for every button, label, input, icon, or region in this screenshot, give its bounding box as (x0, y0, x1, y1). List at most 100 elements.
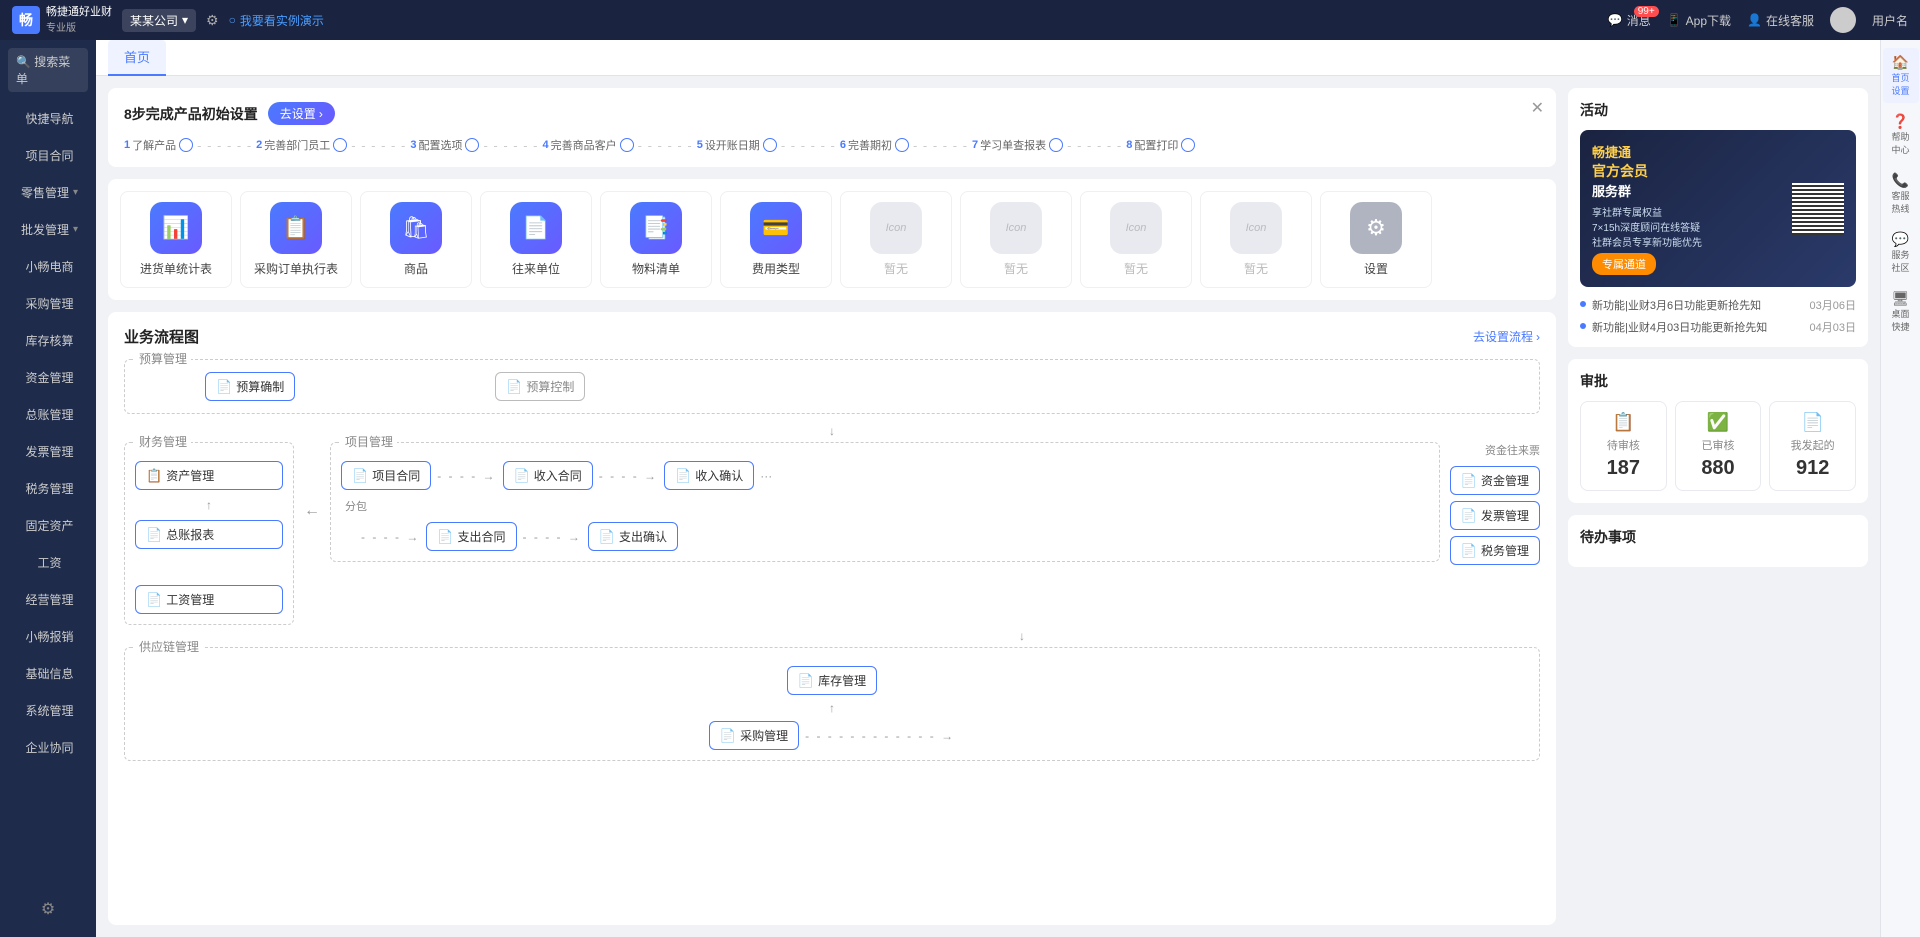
setup-go-button[interactable]: 去设置 › (268, 102, 335, 125)
sidebar-item-inventory[interactable]: 库存核算 (0, 322, 96, 359)
right-sidebar-desktop[interactable]: 🖥 桌面快捷 (1883, 284, 1919, 339)
sidebar-item-fixed-assets[interactable]: 固定资产 (0, 507, 96, 544)
hotline-icon: 📞 (1887, 172, 1915, 189)
right-sidebar-hotline[interactable]: 📞 客服热线 (1883, 166, 1919, 221)
message-button[interactable]: 💬 消息 99+ (1608, 12, 1651, 29)
sidebar-item-wholesale[interactable]: 批发管理 ▾ (0, 211, 96, 248)
search-menu-area[interactable]: 🔍 搜索菜单 (0, 40, 96, 100)
quick-app-settings[interactable]: ⚙ 设置 (1320, 191, 1432, 288)
sidebar-item-invoice[interactable]: 发票管理 (0, 433, 96, 470)
activity-join-button[interactable]: 专属通道 (1592, 253, 1656, 275)
flow-node-project-contract[interactable]: 📄 项目合同 (341, 461, 431, 490)
demo-link[interactable]: ○我要看实例演示 (229, 12, 324, 29)
online-service-button[interactable]: 👤 在线客服 (1747, 12, 1814, 29)
sidebar-item-enterprise[interactable]: 企业协同 (0, 729, 96, 766)
sidebar-item-project-contract[interactable]: 项目合同 (0, 137, 96, 174)
flow-node-capital-mgmt[interactable]: 📄 资金管理 (1450, 466, 1540, 495)
company-selector[interactable]: 某某公司 ▾ (122, 9, 196, 32)
setup-step-8[interactable]: 8 配置打印 (1126, 137, 1195, 153)
quick-app-purchase-orders[interactable]: 📋 采购订单执行表 (240, 191, 352, 288)
arrow-left-1: ← (304, 502, 320, 520)
sidebar-item-ecommerce[interactable]: 小畅电商 (0, 248, 96, 285)
quick-app-placeholder1[interactable]: Icon 暂无 (840, 191, 952, 288)
arrow-up-1: ↑ (829, 701, 835, 715)
sidebar-item-purchase[interactable]: 采购管理 (0, 285, 96, 322)
search-menu-button[interactable]: 🔍 搜索菜单 (8, 48, 88, 92)
setup-step-4[interactable]: 4 完善商品客户 (543, 137, 634, 153)
quick-app-placeholder3[interactable]: Icon 暂无 (1080, 191, 1192, 288)
quick-app-inventory-stats[interactable]: 📊 进货单统计表 (120, 191, 232, 288)
step-2-circle (333, 138, 347, 152)
sidebar-gear-icon[interactable]: ⚙ (0, 891, 96, 927)
approval-title: 审批 (1580, 371, 1856, 391)
sidebar-item-payroll[interactable]: 工资 (0, 544, 96, 581)
setup-step-3[interactable]: 3 配置选项 (410, 137, 479, 153)
app-edition: 专业版 (46, 19, 112, 34)
quick-app-placeholder2[interactable]: Icon 暂无 (960, 191, 1072, 288)
username[interactable]: 用户名 (1872, 12, 1908, 29)
sidebar-item-ops[interactable]: 经营管理 (0, 581, 96, 618)
setup-close-button[interactable]: ✕ (1531, 98, 1544, 118)
right-sidebar: 🏠 首页设置 ❓ 帮助中心 📞 客服热线 💬 服务社区 🖥 桌面快捷 (1880, 40, 1920, 937)
sidebar-item-tax[interactable]: 税务管理 (0, 470, 96, 507)
dash-arrow-5: - - - - - - - - - - - - → (805, 729, 955, 743)
step-6-circle (895, 138, 909, 152)
sidebar-item-sys-mgmt[interactable]: 系统管理 (0, 692, 96, 729)
setup-step-1[interactable]: 1 了解产品 (124, 137, 193, 153)
step-1-circle (179, 138, 193, 152)
activity-item-1[interactable]: 新功能|业财3月6日功能更新抢先知 03月06日 (1580, 297, 1856, 313)
right-sidebar-home[interactable]: 🏠 首页设置 (1883, 48, 1919, 103)
flow-node-asset-mgmt[interactable]: 📋 资产管理 (135, 461, 283, 490)
flow-node-income-confirm[interactable]: 📄 收入确认 (664, 461, 754, 490)
flow-node-inventory[interactable]: 📄 库存管理 (787, 666, 877, 695)
dash-arrow-3: - - - - → (361, 530, 420, 544)
activity-dot-1 (1580, 301, 1586, 307)
approval-item-initiated[interactable]: 📄 我发起的 912 (1769, 401, 1856, 491)
setup-step-6[interactable]: 6 完善期初 (840, 137, 909, 153)
settings-icon[interactable]: ⚙ (206, 12, 219, 29)
sidebar-item-quick-nav[interactable]: 快捷导航 (0, 100, 96, 137)
approval-item-pending[interactable]: 📋 待审核 187 (1580, 401, 1667, 491)
flow-diagram: 预算管理 📄 预算确制 📄 预算控制 (124, 359, 1540, 761)
app-icon-placeholder1: Icon (870, 202, 922, 254)
sidebar: 🔍 搜索菜单 快捷导航 项目合同 零售管理 ▾ 批发管理 ▾ 小畅电商 采购管理 (0, 40, 96, 937)
quick-app-partners[interactable]: 📄 往来单位 (480, 191, 592, 288)
right-sidebar-community[interactable]: 💬 服务社区 (1883, 225, 1919, 280)
quick-app-placeholder4[interactable]: Icon 暂无 (1200, 191, 1312, 288)
flow-node-invoice-mgmt[interactable]: 📄 发票管理 (1450, 501, 1540, 530)
flow-node-expense-contract[interactable]: 📄 支出合同 (426, 522, 516, 551)
flow-node-budget-ctrl2[interactable]: 📄 预算控制 (495, 372, 585, 401)
flow-node-expense-confirm[interactable]: 📄 支出确认 (588, 522, 678, 551)
flow-node-income-contract[interactable]: 📄 收入合同 (503, 461, 593, 490)
right-sidebar-help[interactable]: ❓ 帮助中心 (1883, 107, 1919, 162)
flow-node-general-report[interactable]: 📄 总账报表 (135, 520, 283, 549)
tab-home[interactable]: 首页 (108, 40, 166, 76)
activity-banner[interactable]: 畅捷通 官方会员 服务群 享社群专属权益 7×15h深度顾问在线答疑 社群会员专… (1580, 130, 1856, 287)
app-download-button[interactable]: 📱 App下载 (1667, 12, 1731, 29)
setup-banner: ✕ 8步完成产品初始设置 去设置 › 1 了解产品 (108, 88, 1556, 167)
setup-step-2[interactable]: 2 完善部门员工 (256, 137, 347, 153)
sidebar-item-fund[interactable]: 资金管理 (0, 359, 96, 396)
flow-node-tax-mgmt[interactable]: 📄 税务管理 (1450, 536, 1540, 565)
workflow-settings-link[interactable]: 去设置流程 › (1473, 328, 1540, 345)
capital-invoice-label: 资金往来票 (1450, 442, 1540, 458)
reviewed-count: 880 (1684, 457, 1753, 480)
sidebar-item-basic-info[interactable]: 基础信息 (0, 655, 96, 692)
sidebar-item-expense[interactable]: 小畅报销 (0, 618, 96, 655)
app-name: 畅捷通好业财 (46, 6, 112, 19)
avatar[interactable] (1830, 7, 1856, 33)
sidebar-item-retail[interactable]: 零售管理 ▾ (0, 174, 96, 211)
activity-item-2[interactable]: 新功能|业财4月03日功能更新抢先知 04月03日 (1580, 319, 1856, 335)
quick-app-goods[interactable]: 🛍 商品 (360, 191, 472, 288)
pending-review-count: 187 (1589, 457, 1658, 480)
setup-step-5[interactable]: 5 设开账日期 (697, 137, 777, 153)
flow-node-budget-control[interactable]: 📄 预算确制 (205, 372, 295, 401)
arrow-down-2: ↓ (504, 629, 1540, 643)
flow-node-purchase[interactable]: 📄 采购管理 (709, 721, 799, 750)
approval-item-reviewed[interactable]: ✅ 已审核 880 (1675, 401, 1762, 491)
quick-app-bom[interactable]: 📑 物料清单 (600, 191, 712, 288)
setup-step-7[interactable]: 7 学习单查报表 (972, 137, 1063, 153)
quick-app-expense-type[interactable]: 💳 费用类型 (720, 191, 832, 288)
sidebar-item-general[interactable]: 总账管理 (0, 396, 96, 433)
flow-node-payroll[interactable]: 📄 工资管理 (135, 585, 283, 614)
